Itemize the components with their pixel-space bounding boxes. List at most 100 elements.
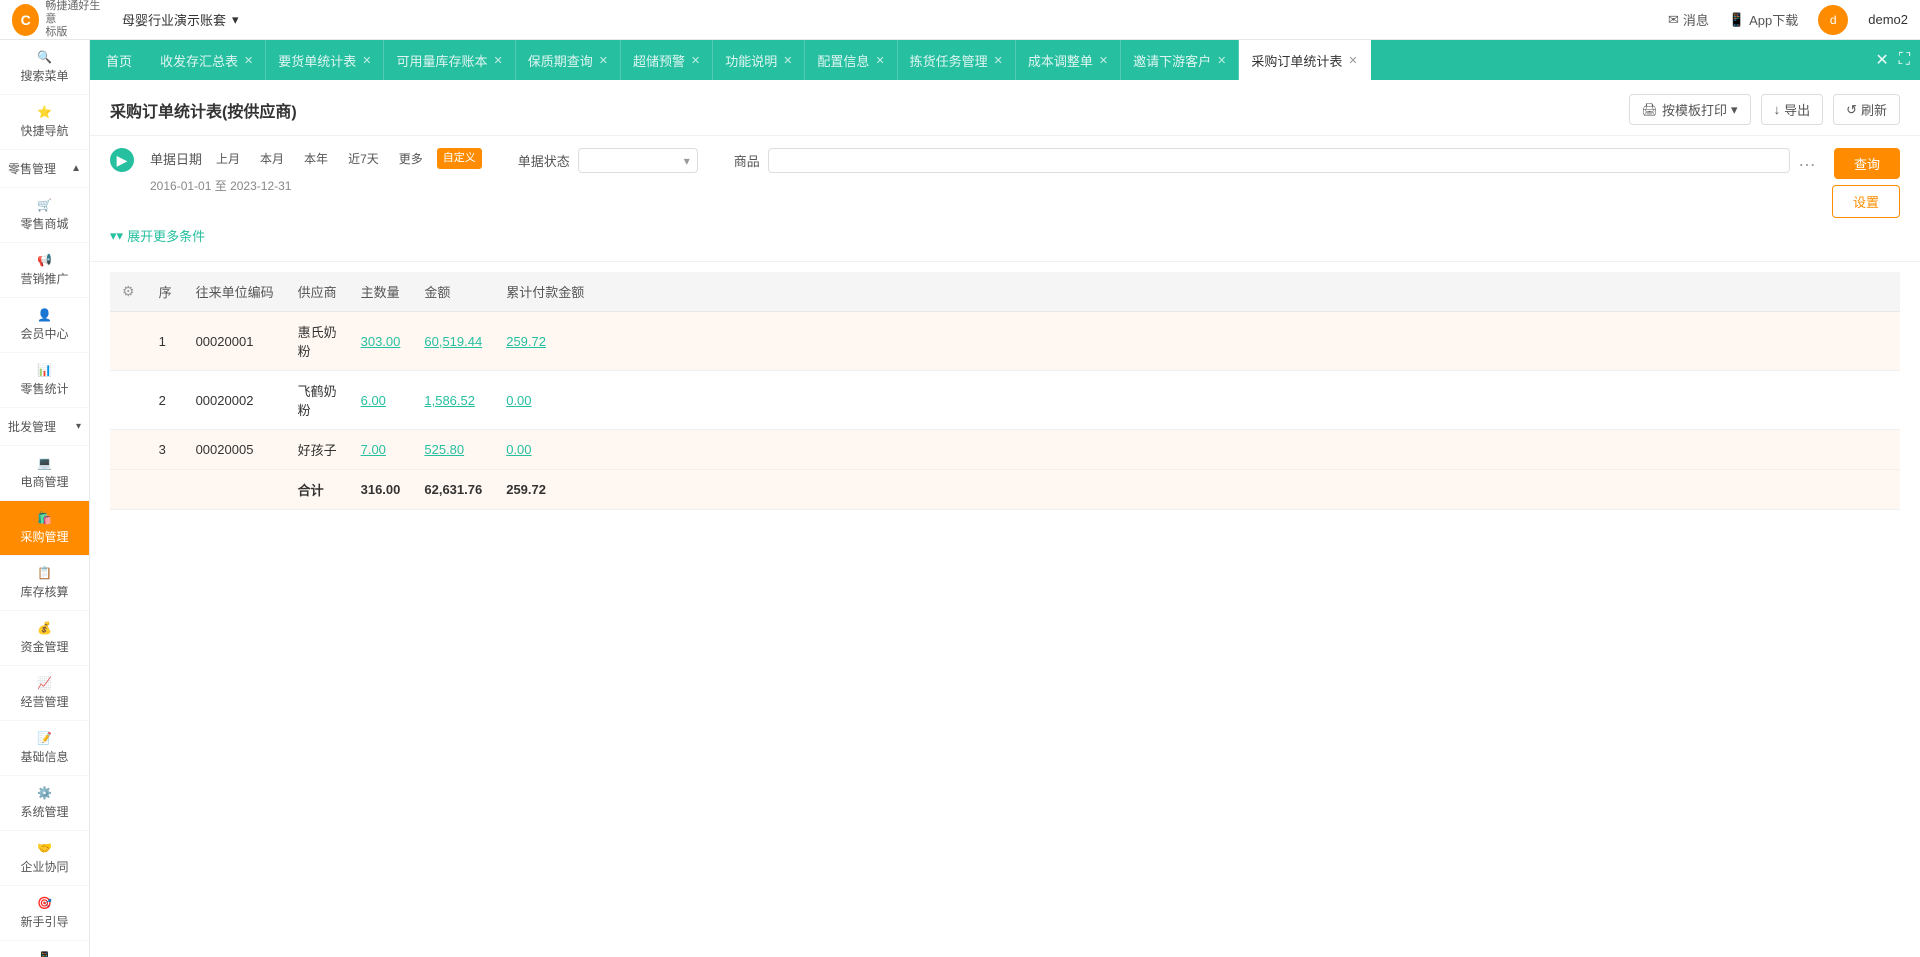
sidebar-retail-shop-label: 零售商城 [20,215,68,232]
sidebar-item-ecommerce[interactable]: 💻 电商管理 [0,446,89,501]
sidebar-item-marketing[interactable]: 📢 营销推广 [0,243,89,298]
sidebar-retail-stats-label: 零售统计 [20,380,68,397]
status-filter-label: 单据状态 [518,151,570,170]
shortcut-more[interactable]: 更多 [393,148,429,169]
expand-more-btn[interactable]: ▾▾ 展开更多条件 [110,222,1900,249]
tab-available-stock[interactable]: 可用量库存账本 ✕ [384,40,515,80]
tab-invite-downstream[interactable]: 邀请下游客户 ✕ [1121,40,1239,80]
th-extra [596,272,1900,312]
tab-demand-stats[interactable]: 要货单统计表 ✕ [266,40,384,80]
cell-paid-2[interactable]: 0.00 [494,430,596,470]
shortcut-this-month[interactable]: 本月 [254,148,290,169]
query-button[interactable]: 查询 [1834,148,1900,179]
th-settings[interactable]: ⚙ [110,272,147,312]
sidebar-finance-label: 资金管理 [20,638,68,655]
tab-pickup-task-close-icon[interactable]: ✕ [994,54,1003,67]
status-filter-group: 单据状态 [518,148,698,173]
custom-date-tag[interactable]: 自定义 [437,148,482,169]
sidebar-item-quick-nav[interactable]: ⭐ 快捷导航 [0,95,89,150]
sidebar-item-new-guide[interactable]: 🎯 新手引导 [0,886,89,941]
cell-paid-1[interactable]: 0.00 [494,371,596,430]
tab-function-desc[interactable]: 功能说明 ✕ [713,40,805,80]
message-btn[interactable]: ✉ 消息 [1668,10,1709,29]
settings-button[interactable]: 设置 [1832,185,1900,218]
sidebar-item-retail-shop[interactable]: 🛒 零售商城 [0,188,89,243]
tab-purchase-stats-close-icon[interactable]: ✕ [1348,54,1357,67]
sidebar-item-sys-mgmt[interactable]: ⚙️ 系统管理 [0,776,89,831]
sidebar-item-basic-info[interactable]: 📝 基础信息 [0,721,89,776]
sidebar-item-retail-stats[interactable]: 📊 零售统计 [0,353,89,408]
tab-expiry-query-close-icon[interactable]: ✕ [599,54,608,67]
page-header: 采购订单统计表(按供应商) 🖨 按模板打印 ▾ ↓ 导出 ↺ [90,80,1920,136]
tab-collect-pay-close-icon[interactable]: ✕ [244,54,253,67]
cell-amount-2[interactable]: 525.80 [412,430,494,470]
sidebar-item-inventory[interactable]: 📋 库存核算 [0,556,89,611]
refresh-button[interactable]: ↺ 刷新 [1833,94,1900,125]
tab-overstock-warning[interactable]: 超储预警 ✕ [621,40,713,80]
tab-demand-stats-close-icon[interactable]: ✕ [362,54,371,67]
table-row[interactable]: 2 00020002 飞鹤奶粉 6.00 1,586.52 0.00 [110,371,1900,430]
org-name: 母婴行业演示账套 [122,10,226,29]
shortcut-last-month[interactable]: 上月 [210,148,246,169]
user-avatar[interactable]: d [1818,5,1848,35]
sidebar-item-operations[interactable]: 📈 经营管理 [0,666,89,721]
tab-expiry-query-label: 保质期查询 [528,51,593,70]
th-amount: 金额 [412,272,494,312]
goods-input[interactable] [768,148,1790,173]
tab-config-info-close-icon[interactable]: ✕ [875,54,884,67]
sidebar-item-finance[interactable]: 💰 资金管理 [0,611,89,666]
table-row[interactable]: 1 00020001 惠氏奶粉 303.00 60,519.44 259.72 [110,312,1900,371]
tab-cost-adjust-close-icon[interactable]: ✕ [1099,54,1108,67]
footer-empty-settings [110,470,147,510]
sidebar-item-app-center[interactable]: 📱 应用中心 [0,941,89,957]
tab-pickup-task[interactable]: 拣货任务管理 ✕ [898,40,1016,80]
page-title: 采购订单统计表(按供应商) [110,98,297,122]
cell-settings-2 [110,430,147,470]
goods-filter-group: 商品 … [734,148,1816,173]
th-paid: 累计付款金额 [494,272,596,312]
cell-extra-0 [596,312,1900,371]
user-name[interactable]: demo2 [1868,12,1908,27]
search-icon: 🔍 [37,50,52,64]
top-bar-center: 母婴行业演示账套 ▾ [102,10,1668,29]
sidebar-item-wholesale[interactable]: 批发管理 ▾ [0,408,89,446]
cell-paid-0[interactable]: 259.72 [494,312,596,371]
sidebar-item-purchase[interactable]: 🛍️ 采购管理 [0,501,89,556]
sidebar-item-enterprise[interactable]: 🤝 企业协同 [0,831,89,886]
cell-qty-2[interactable]: 7.00 [349,430,413,470]
tab-overstock-warning-close-icon[interactable]: ✕ [691,54,700,67]
table-row[interactable]: 3 00020005 好孩子 7.00 525.80 0.00 [110,430,1900,470]
retail-shop-icon: 🛒 [37,198,52,212]
gear-icon[interactable]: ⚙ [122,283,135,299]
shortcut-this-year[interactable]: 本年 [298,148,334,169]
date-filter-row: 单据日期 上月 本月 本年 近7天 更多 自定义 [150,148,482,169]
tab-purchase-stats[interactable]: 采购订单统计表 ✕ [1239,40,1370,80]
cell-qty-1[interactable]: 6.00 [349,371,413,430]
tab-available-stock-close-icon[interactable]: ✕ [494,54,503,67]
org-selector[interactable]: 母婴行业演示账套 ▾ [122,10,239,29]
filter-toggle-btn[interactable]: ▶ [110,148,134,172]
tab-expiry-query[interactable]: 保质期查询 ✕ [516,40,621,80]
shortcut-7days[interactable]: 近7天 [342,148,385,169]
export-button[interactable]: ↓ 导出 [1761,94,1824,125]
app-download-btn[interactable]: 📱 App下载 [1729,10,1798,29]
tab-fullscreen-icon[interactable]: ⛶ [1899,51,1910,69]
print-button[interactable]: 🖨 按模板打印 ▾ [1629,94,1751,125]
cell-amount-0[interactable]: 60,519.44 [412,312,494,371]
tab-cost-adjust[interactable]: 成本调整单 ✕ [1016,40,1121,80]
tab-home[interactable]: 首页 [90,40,148,80]
tab-function-desc-close-icon[interactable]: ✕ [783,54,792,67]
cell-amount-1[interactable]: 1,586.52 [412,371,494,430]
th-supplier: 供应商 [286,272,349,312]
tab-config-info[interactable]: 配置信息 ✕ [805,40,897,80]
sidebar-item-member[interactable]: 👤 会员中心 [0,298,89,353]
sidebar-item-search[interactable]: 🔍 搜索菜单 [0,40,89,95]
sidebar-item-retail-mgmt[interactable]: 零售管理 ▲ [0,150,89,188]
status-select[interactable] [578,148,698,173]
tab-invite-downstream-close-icon[interactable]: ✕ [1217,54,1226,67]
tab-collect-pay[interactable]: 收发存汇总表 ✕ [148,40,266,80]
goods-more-icon[interactable]: … [1798,150,1816,171]
cell-partner-code-2: 00020005 [184,430,286,470]
tab-close-all-icon[interactable]: ✕ [1875,50,1888,70]
cell-qty-0[interactable]: 303.00 [349,312,413,371]
